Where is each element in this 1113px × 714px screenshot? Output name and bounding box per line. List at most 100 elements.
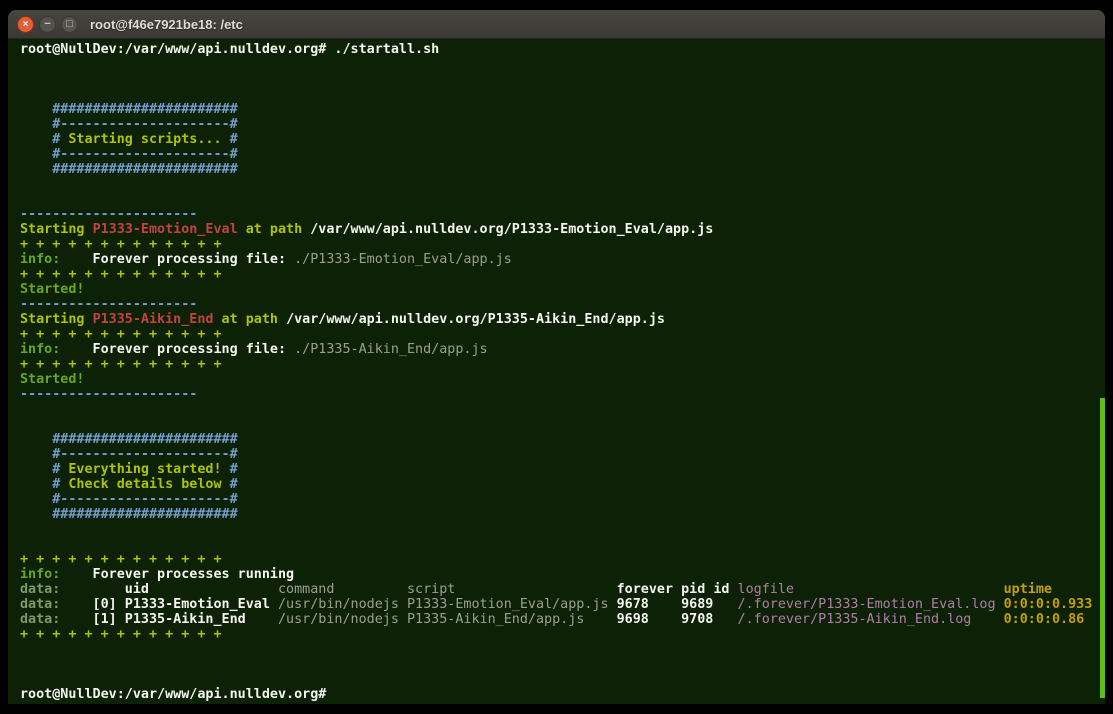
terminal-line: + + + + + + + + + + + + + <box>20 357 1105 372</box>
text-run: ./P1333-Emotion_Eval/app.js <box>294 252 512 267</box>
text-run: Everything started! <box>68 462 222 477</box>
close-button[interactable]: × <box>17 15 34 33</box>
terminal-line: # Everything started! # <box>20 462 1105 477</box>
terminal-line: info: Forever processing file: ./P1335-A… <box>20 342 1105 357</box>
terminal-line: root@NullDev:/var/www/api.nulldev.org# .… <box>20 42 1105 57</box>
window-titlebar[interactable]: × − □ root@f46e7921be18: /etc <box>8 10 1105 39</box>
text-run: + + + + + + + + + + + + + <box>20 552 222 567</box>
text-run: + + + + + + + + + + + + + <box>20 267 222 282</box>
terminal-line: info: Forever processing file: ./P1333-E… <box>20 252 1105 267</box>
terminal-line: + + + + + + + + + + + + + <box>20 552 1105 567</box>
terminal-line: ---------------------- <box>20 297 1105 312</box>
text-run: data: <box>20 597 61 612</box>
minimize-icon: − <box>44 18 51 30</box>
text-run: + + + + + + + + + + + + + <box>20 627 222 642</box>
text-run: at path <box>237 222 311 237</box>
text-run: ./P1335-Aikin_End/app.js <box>294 342 488 357</box>
text-run: ####################### <box>20 432 238 447</box>
terminal-line: data: uid command script forever pid id … <box>20 582 1105 597</box>
text-run: P1333-Emotion_Eval <box>92 222 238 237</box>
text-run: /.forever/P1333-Emotion_Eval.log <box>713 597 1004 612</box>
text-run: root@NullDev:/var/www/api.nulldev.org# .… <box>20 42 440 57</box>
text-run: + + + + + + + + + + + + + <box>20 237 222 252</box>
text-run: info: <box>20 567 61 582</box>
terminal-line: #---------------------# <box>20 447 1105 462</box>
text-run: Check details below <box>68 477 222 492</box>
terminal-line: info: Forever processes running <box>20 567 1105 582</box>
text-run: /usr/bin/nodejs P1335-Aikin_End/app.js <box>277 612 617 627</box>
terminal-line: Started! <box>20 372 1105 387</box>
text-run: 9678 9689 <box>616 597 714 612</box>
text-run: + + + + + + + + + + + + + <box>20 357 222 372</box>
text-run: Starting <box>20 222 93 237</box>
terminal-line: Starting P1335-Aikin_End at path /var/ww… <box>20 312 1105 327</box>
text-run: root@NullDev:/var/www/api.nulldev.org# <box>20 687 327 702</box>
text-run: P1335-Aikin_End <box>92 312 214 327</box>
window-title: root@f46e7921be18: /etc <box>90 16 243 32</box>
text-run: Starting <box>20 312 93 327</box>
maximize-icon: □ <box>66 18 73 30</box>
terminal-line: + + + + + + + + + + + + + <box>20 237 1105 252</box>
text-run: command script <box>149 582 456 597</box>
terminal-window: × − □ root@f46e7921be18: /etc root@NullD… <box>8 10 1105 704</box>
text-run: uptime <box>793 582 1052 597</box>
text-run: #---------------------# <box>20 492 238 507</box>
terminal-line: ####################### <box>20 102 1105 117</box>
maximize-button[interactable]: □ <box>61 15 78 33</box>
text-run: uid <box>60 582 149 597</box>
terminal-line: # Starting scripts... # <box>20 132 1105 147</box>
text-run: /var/www/api.nulldev.org/P1333-Emotion_E… <box>310 222 714 237</box>
text-run: [0] P1333-Emotion_Eval <box>60 597 278 612</box>
text-run: 0:0:0:0.86 <box>1003 612 1085 627</box>
text-run: # <box>20 462 69 477</box>
text-run: Starting scripts... <box>68 132 222 147</box>
terminal-line: #---------------------# <box>20 117 1105 132</box>
terminal-output[interactable]: root@NullDev:/var/www/api.nulldev.org# .… <box>8 39 1105 702</box>
text-run: ####################### <box>20 507 238 522</box>
terminal-line: ####################### <box>20 507 1105 522</box>
text-run: /var/www/api.nulldev.org/P1335-Aikin_End… <box>286 312 665 327</box>
text-run: ---------------------- <box>20 207 198 222</box>
text-run: ####################### <box>20 102 238 117</box>
terminal-line: + + + + + + + + + + + + + <box>20 267 1105 282</box>
terminal-line: #---------------------# <box>20 492 1105 507</box>
text-run: [1] P1335-Aikin_End <box>60 612 278 627</box>
terminal-line: # Check details below # <box>20 477 1105 492</box>
text-run: Forever processes running <box>60 567 295 582</box>
text-run: ####################### <box>20 162 238 177</box>
text-run: /.forever/P1335-Aikin_End.log <box>713 612 1004 627</box>
text-run: ---------------------- <box>20 297 198 312</box>
text-run: 0:0:0:0.933 <box>1003 597 1093 612</box>
terminal-line: Started! <box>20 282 1105 297</box>
text-run: /usr/bin/nodejs P1333-Emotion_Eval/app.j… <box>277 597 617 612</box>
text-run: # <box>20 132 69 147</box>
text-run: Started! <box>20 282 85 297</box>
terminal-line: ---------------------- <box>20 207 1105 222</box>
text-run: Started! <box>20 372 85 387</box>
scrollbar-thumb[interactable] <box>1100 398 1105 698</box>
text-run: info: <box>20 342 61 357</box>
terminal-line: ---------------------- <box>20 387 1105 402</box>
text-run: 9698 9708 <box>616 612 714 627</box>
terminal-line: ####################### <box>20 162 1105 177</box>
terminal-line: data: [1] P1335-Aikin_End /usr/bin/nodej… <box>20 612 1105 627</box>
terminal-line: root@NullDev:/var/www/api.nulldev.org# <box>20 687 1105 702</box>
terminal-line: Starting P1333-Emotion_Eval at path /var… <box>20 222 1105 237</box>
terminal-line: ####################### <box>20 432 1105 447</box>
text-run: forever pid id <box>455 582 738 597</box>
terminal-line: + + + + + + + + + + + + + <box>20 327 1105 342</box>
minimize-button[interactable]: − <box>39 15 56 33</box>
text-run: # <box>221 132 238 147</box>
text-run: Forever processing file: <box>60 252 295 267</box>
close-icon: × <box>22 18 29 30</box>
